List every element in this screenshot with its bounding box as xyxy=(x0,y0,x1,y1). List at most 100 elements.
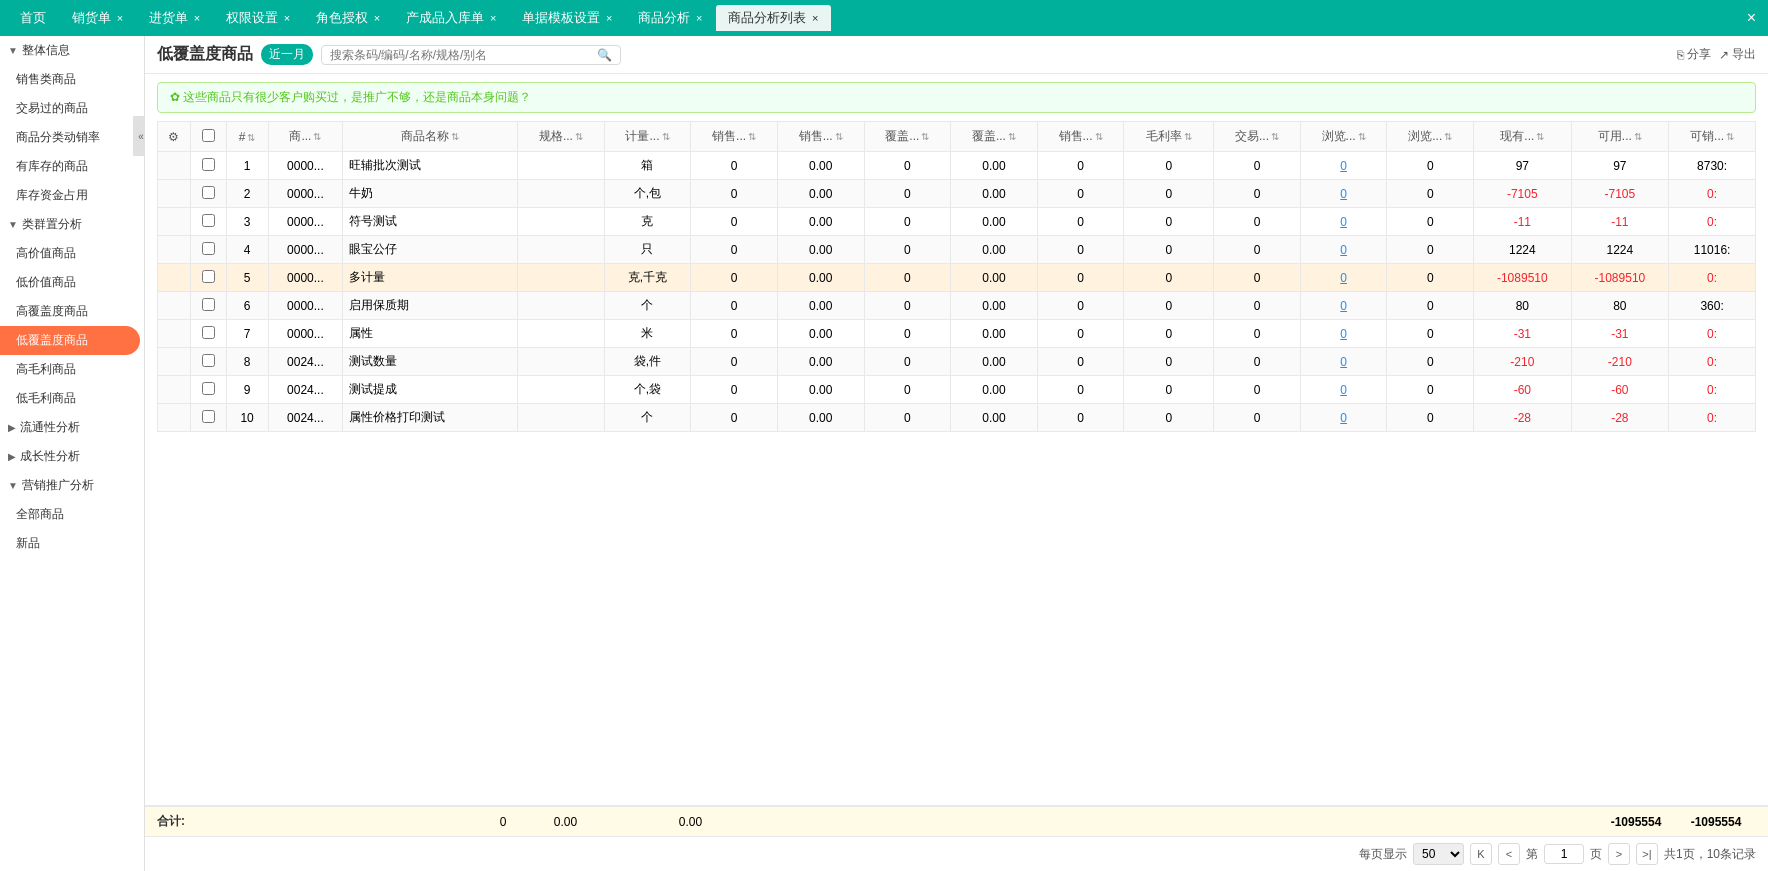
time-filter-button[interactable]: 近一月 xyxy=(261,44,313,65)
row-select-checkbox[interactable] xyxy=(202,326,215,339)
col-cover2[interactable]: 覆盖...⇅ xyxy=(951,122,1038,152)
nav-tab-permission[interactable]: 权限设置 × xyxy=(214,5,302,31)
row-browse1[interactable]: 0 xyxy=(1300,376,1387,404)
sidebar-section-growth[interactable]: ▶ 成长性分析 xyxy=(0,442,144,471)
row-checkbox[interactable] xyxy=(190,320,226,348)
row-checkbox[interactable] xyxy=(190,236,226,264)
share-button[interactable]: ⎘ 分享 xyxy=(1677,46,1711,63)
row-settings[interactable] xyxy=(158,180,191,208)
col-browse1[interactable]: 浏览...⇅ xyxy=(1300,122,1387,152)
sidebar-item-all-goods[interactable]: 全部商品 xyxy=(0,500,144,529)
sidebar-item-low-value[interactable]: 低价值商品 xyxy=(0,268,144,297)
row-checkbox[interactable] xyxy=(190,180,226,208)
nav-tab-sales[interactable]: 销货单 × xyxy=(60,5,135,31)
row-select-checkbox[interactable] xyxy=(202,410,215,423)
row-checkbox[interactable] xyxy=(190,404,226,432)
row-settings[interactable] xyxy=(158,404,191,432)
sidebar-item-stock-fund[interactable]: 库存资金占用 xyxy=(0,181,144,210)
sidebar-section-marketing[interactable]: ▼ 营销推广分析 xyxy=(0,471,144,500)
nav-close-analysis-list[interactable]: × xyxy=(812,12,818,24)
nav-tab-production[interactable]: 产成品入库单 × xyxy=(394,5,508,31)
col-sales-qty[interactable]: 销售...⇅ xyxy=(691,122,778,152)
col-sales2[interactable]: 销售...⇅ xyxy=(1037,122,1124,152)
row-browse1[interactable]: 0 xyxy=(1300,236,1387,264)
nav-close-sales[interactable]: × xyxy=(117,12,123,24)
row-browse1[interactable]: 0 xyxy=(1300,208,1387,236)
page-number-input[interactable] xyxy=(1544,844,1584,864)
sidebar-section-cluster[interactable]: ▼ 类群置分析 xyxy=(0,210,144,239)
nav-tab-template[interactable]: 单据模板设置 × xyxy=(510,5,624,31)
col-saleable[interactable]: 可销...⇅ xyxy=(1669,122,1756,152)
sidebar-collapse-button[interactable]: « xyxy=(133,116,145,156)
sidebar-item-low-coverage[interactable]: 低覆盖度商品 xyxy=(0,326,140,355)
row-settings[interactable] xyxy=(158,320,191,348)
col-checkbox-header[interactable] xyxy=(190,122,226,152)
row-checkbox[interactable] xyxy=(190,376,226,404)
sidebar-item-high-value[interactable]: 高价值商品 xyxy=(0,239,144,268)
close-all-button[interactable]: × xyxy=(1743,5,1760,31)
nav-close-analysis[interactable]: × xyxy=(696,12,702,24)
sidebar-item-high-coverage[interactable]: 高覆盖度商品 xyxy=(0,297,144,326)
row-checkbox[interactable] xyxy=(190,208,226,236)
row-select-checkbox[interactable] xyxy=(202,158,215,171)
nav-tab-role[interactable]: 角色授权 × xyxy=(304,5,392,31)
per-page-select[interactable]: 50 20 100 200 xyxy=(1413,843,1464,865)
sidebar-item-category-rate[interactable]: 商品分类动销率 xyxy=(0,123,144,152)
sidebar-item-low-margin[interactable]: 低毛利商品 xyxy=(0,384,144,413)
col-spec[interactable]: 规格...⇅ xyxy=(518,122,605,152)
row-settings[interactable] xyxy=(158,152,191,180)
sidebar-item-traded-goods[interactable]: 交易过的商品 xyxy=(0,94,144,123)
sidebar-item-new-goods[interactable]: 新品 xyxy=(0,529,144,558)
row-settings[interactable] xyxy=(158,264,191,292)
nav-close-production[interactable]: × xyxy=(490,12,496,24)
col-current[interactable]: 现有...⇅ xyxy=(1474,122,1572,152)
row-settings[interactable] xyxy=(158,376,191,404)
row-checkbox[interactable] xyxy=(190,292,226,320)
sidebar-item-sales-goods[interactable]: 销售类商品 xyxy=(0,65,144,94)
row-select-checkbox[interactable] xyxy=(202,214,215,227)
nav-close-role[interactable]: × xyxy=(374,12,380,24)
export-button[interactable]: ↗ 导出 xyxy=(1719,46,1756,63)
sidebar-section-overall[interactable]: ▼ 整体信息 xyxy=(0,36,144,65)
row-select-checkbox[interactable] xyxy=(202,242,215,255)
row-settings[interactable] xyxy=(158,292,191,320)
row-checkbox[interactable] xyxy=(190,264,226,292)
col-gross-rate[interactable]: 毛利率⇅ xyxy=(1124,122,1214,152)
row-select-checkbox[interactable] xyxy=(202,298,215,311)
sidebar-item-high-margin[interactable]: 高毛利商品 xyxy=(0,355,144,384)
row-select-checkbox[interactable] xyxy=(202,270,215,283)
next-page-button[interactable]: > xyxy=(1608,843,1630,865)
col-name[interactable]: 商品名称⇅ xyxy=(343,122,518,152)
search-input[interactable] xyxy=(330,48,593,62)
col-unit[interactable]: 计量...⇅ xyxy=(604,122,691,152)
col-available[interactable]: 可用...⇅ xyxy=(1571,122,1669,152)
col-code[interactable]: 商...⇅ xyxy=(268,122,343,152)
select-all-checkbox[interactable] xyxy=(202,129,215,142)
row-browse1[interactable]: 0 xyxy=(1300,348,1387,376)
nav-close-purchase[interactable]: × xyxy=(194,12,200,24)
col-trans[interactable]: 交易...⇅ xyxy=(1214,122,1301,152)
col-settings[interactable]: ⚙ xyxy=(158,122,191,152)
nav-tab-analysis-list[interactable]: 商品分析列表 × xyxy=(716,5,830,31)
table-container[interactable]: ⚙ #⇅ 商...⇅ 商品名称⇅ 规格...⇅ 计量...⇅ 销售...⇅ 销售… xyxy=(145,121,1768,805)
nav-tab-analysis[interactable]: 商品分析 × xyxy=(626,5,714,31)
col-browse2[interactable]: 浏览...⇅ xyxy=(1387,122,1474,152)
col-cover1[interactable]: 覆盖...⇅ xyxy=(864,122,951,152)
row-settings[interactable] xyxy=(158,208,191,236)
row-browse1[interactable]: 0 xyxy=(1300,292,1387,320)
nav-tab-purchase[interactable]: 进货单 × xyxy=(137,5,212,31)
last-page-button[interactable]: >| xyxy=(1636,843,1658,865)
row-select-checkbox[interactable] xyxy=(202,186,215,199)
nav-close-permission[interactable]: × xyxy=(284,12,290,24)
row-browse1[interactable]: 0 xyxy=(1300,152,1387,180)
nav-close-template[interactable]: × xyxy=(606,12,612,24)
row-settings[interactable] xyxy=(158,236,191,264)
sidebar-item-in-stock[interactable]: 有库存的商品 xyxy=(0,152,144,181)
row-checkbox[interactable] xyxy=(190,348,226,376)
row-browse1[interactable]: 0 xyxy=(1300,180,1387,208)
first-page-button[interactable]: K xyxy=(1470,843,1492,865)
col-no[interactable]: #⇅ xyxy=(226,122,268,152)
sidebar-section-liquidity[interactable]: ▶ 流通性分析 xyxy=(0,413,144,442)
row-select-checkbox[interactable] xyxy=(202,382,215,395)
row-select-checkbox[interactable] xyxy=(202,354,215,367)
